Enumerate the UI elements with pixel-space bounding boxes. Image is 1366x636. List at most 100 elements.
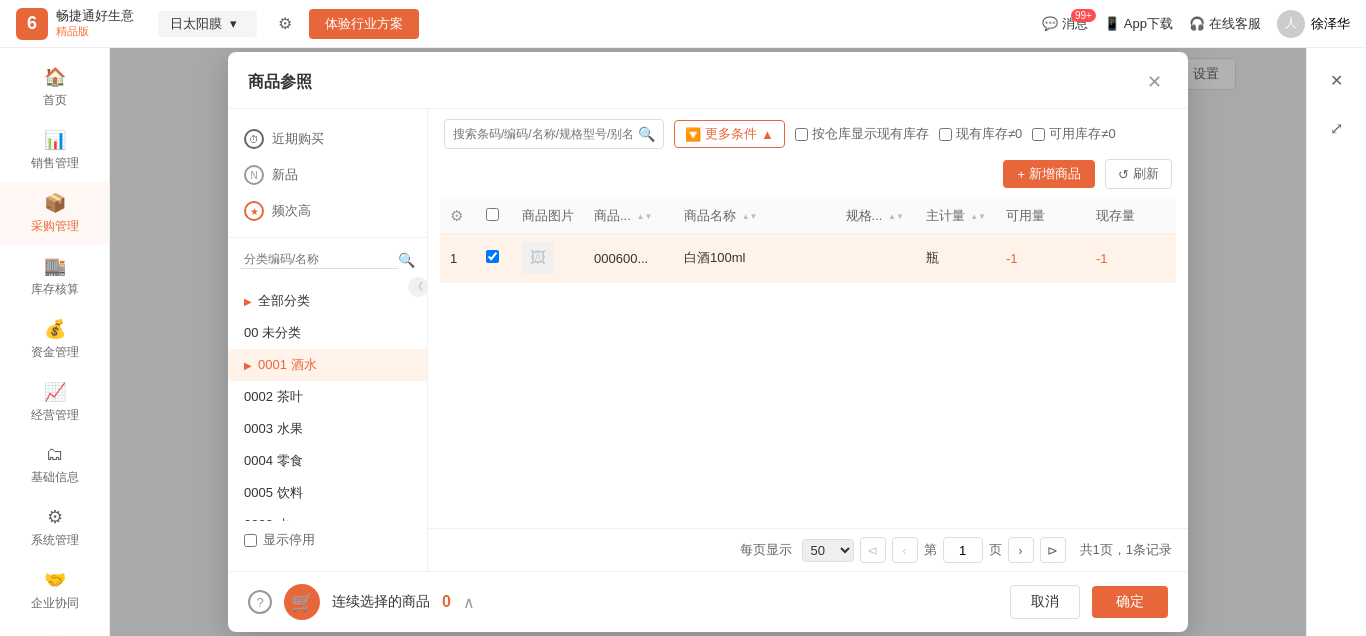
show-disabled-checkbox[interactable] — [244, 534, 257, 547]
col-stock-label: 现存量 — [1096, 208, 1135, 223]
first-page-button[interactable]: ⊲ — [860, 537, 886, 563]
store-name: 日太阳膜 — [170, 15, 222, 33]
filter-label: 更多条件 — [705, 125, 757, 143]
add-label: 新增商品 — [1029, 165, 1081, 183]
warehouse-stock-checkbox[interactable] — [795, 128, 808, 141]
nav-recent-purchase[interactable]: ⏱ 近期购买 — [228, 121, 427, 157]
checkbox-current-stock[interactable]: 现有库存≠0 — [939, 125, 1022, 143]
prev-page-button[interactable]: ‹ — [892, 537, 918, 563]
cat-all[interactable]: ▶ 全部分类 — [228, 285, 427, 317]
cat-0003[interactable]: 0003 水果 — [228, 413, 427, 445]
column-settings-icon[interactable]: ⚙ — [450, 207, 463, 224]
row-checkbox[interactable] — [486, 250, 499, 263]
filter-icon: 🔽 — [685, 127, 701, 142]
show-disabled-area: 显示停用 — [228, 521, 427, 559]
collapse-panel-button[interactable]: 《 — [408, 277, 428, 297]
last-page-button[interactable]: ⊳ — [1040, 537, 1066, 563]
category-search-box: 🔍 — [228, 246, 427, 277]
basic-icon: 🗂 — [46, 444, 64, 465]
store-selector[interactable]: 日太阳膜 ▾ — [158, 11, 257, 37]
table-header: ⚙ 商品图片 — [440, 199, 1176, 234]
cat-0001[interactable]: ▶ 0001 酒水 — [228, 349, 427, 381]
select-all-checkbox[interactable] — [486, 208, 499, 221]
message-button[interactable]: 💬 消息 99+ — [1042, 15, 1088, 33]
page-size-select[interactable]: 50 10 20 100 — [802, 539, 854, 562]
modal-close-button[interactable]: ✕ — [1140, 68, 1168, 96]
cart-button[interactable]: 🛒 — [284, 584, 320, 620]
modal-toolbar: 🔍 🔽 更多条件 ▲ 按仓库显示现有库存 — [428, 109, 1188, 199]
modal-right-panel: 🔍 🔽 更多条件 ▲ 按仓库显示现有库存 — [428, 109, 1188, 571]
checkbox-warehouse-stock[interactable]: 按仓库显示现有库存 — [795, 125, 929, 143]
modal-left-panel: ⏱ 近期购买 N 新品 ★ 频次高 — [228, 109, 428, 571]
cancel-button[interactable]: 取消 — [1010, 585, 1080, 619]
category-search-input[interactable] — [240, 250, 398, 269]
right-panel-expand-button[interactable]: ⤢ — [1317, 108, 1357, 148]
sidebar-item-purchase[interactable]: 📦 采购管理 — [0, 182, 109, 245]
right-panel-close-button[interactable]: ✕ — [1317, 60, 1357, 100]
gear-icon: ⚙ — [278, 14, 292, 33]
next-page-button[interactable]: › — [1008, 537, 1034, 563]
sidebar-item-home[interactable]: 🏠 首页 — [0, 56, 109, 119]
nav-frequent[interactable]: ★ 频次高 — [228, 193, 427, 229]
add-product-button[interactable]: + 新增商品 — [1003, 160, 1095, 188]
cat-0002-label: 0002 茶叶 — [244, 388, 303, 406]
service-button[interactable]: 🎧 在线客服 — [1189, 15, 1261, 33]
col-settings-header: ⚙ — [440, 199, 476, 234]
logo-area: 6 畅捷通好生意 精品版 — [16, 8, 134, 40]
category-list: ▶ 全部分类 00 未分类 ▶ 0001 酒水 0002 茶 — [228, 281, 427, 521]
trial-button[interactable]: 体验行业方案 — [309, 9, 419, 39]
sidebar: 🏠 首页 📊 销售管理 📦 采购管理 🏬 库存核算 💰 资金管理 📈 经营管理 … — [0, 48, 110, 636]
table-row[interactable]: 1 🖼 000600... 白酒100ml — [440, 234, 1176, 283]
app-icon: 📱 — [1104, 16, 1120, 31]
col-name-header[interactable]: 商品名称 ▲▼ — [674, 199, 836, 234]
cat-all-label: 全部分类 — [258, 292, 310, 310]
nav-new-products[interactable]: N 新品 — [228, 157, 427, 193]
content-area: 查询 刷新 设置 商品参照 ✕ ⏱ 近期购买 — [110, 48, 1306, 636]
col-unit-header[interactable]: 主计量 ▲▼ — [916, 199, 996, 234]
system-icon: ⚙ — [47, 506, 63, 528]
user-area[interactable]: 人 徐泽华 — [1277, 10, 1350, 38]
sidebar-item-basic[interactable]: 🗂 基础信息 — [0, 434, 109, 496]
sidebar-label-purchase: 采购管理 — [31, 218, 79, 235]
help-button[interactable]: ? — [248, 590, 272, 614]
app-download-button[interactable]: 📱 App下载 — [1104, 15, 1173, 33]
current-stock-checkbox[interactable] — [939, 128, 952, 141]
col-code-header[interactable]: 商品... ▲▼ — [584, 199, 674, 234]
settings-button[interactable]: ⚙ — [269, 8, 301, 40]
cat-00[interactable]: 00 未分类 — [228, 317, 427, 349]
new-label: 新品 — [272, 166, 298, 184]
more-filters-button[interactable]: 🔽 更多条件 ▲ — [674, 120, 785, 148]
logo-text-area: 畅捷通好生意 精品版 — [56, 8, 134, 40]
sidebar-item-finance[interactable]: 💰 资金管理 — [0, 308, 109, 371]
confirm-button[interactable]: 确定 — [1092, 586, 1168, 618]
category-search-icon[interactable]: 🔍 — [398, 252, 415, 268]
avail-stock-checkbox[interactable] — [1032, 128, 1045, 141]
sidebar-item-sales[interactable]: 📊 销售管理 — [0, 119, 109, 182]
cat-0002[interactable]: 0002 茶叶 — [228, 381, 427, 413]
product-search-input[interactable] — [453, 127, 632, 141]
sidebar-item-inventory[interactable]: 🏬 库存核算 — [0, 245, 109, 308]
sidebar-item-system[interactable]: ⚙ 系统管理 — [0, 496, 109, 559]
cat-0005[interactable]: 0005 饮料 — [228, 477, 427, 509]
sidebar-item-guide[interactable]: 📖 新手引导 — [0, 622, 109, 636]
sidebar-item-enterprise[interactable]: 🤝 企业协同 — [0, 559, 109, 622]
sidebar-item-operations[interactable]: 📈 经营管理 — [0, 371, 109, 434]
cat-0004[interactable]: 0004 零食 — [228, 445, 427, 477]
checkbox-avail-stock[interactable]: 可用库存≠0 — [1032, 125, 1115, 143]
add-icon: + — [1017, 167, 1025, 182]
cat-0008[interactable]: 0008 水 — [228, 509, 427, 521]
home-icon: 🏠 — [44, 66, 66, 88]
right-panel: ✕ ⤢ — [1306, 48, 1366, 636]
star-icon: ★ — [244, 201, 264, 221]
refresh-button[interactable]: ↺ 刷新 — [1105, 159, 1172, 189]
frequent-label: 频次高 — [272, 202, 311, 220]
col-code-label: 商品... — [594, 208, 631, 223]
current-page-input[interactable] — [943, 537, 983, 563]
product-search-icon[interactable]: 🔍 — [638, 126, 655, 142]
collapse-selected-button[interactable]: ∧ — [463, 593, 475, 612]
modal-backdrop: 商品参照 ✕ ⏱ 近期购买 N 新品 — [110, 48, 1306, 636]
cart-icon: 🛒 — [291, 591, 313, 613]
row-name: 白酒100ml — [674, 234, 836, 283]
avail-stock-label: 可用库存≠0 — [1049, 125, 1115, 143]
col-spec-header[interactable]: 规格... ▲▼ — [836, 199, 916, 234]
